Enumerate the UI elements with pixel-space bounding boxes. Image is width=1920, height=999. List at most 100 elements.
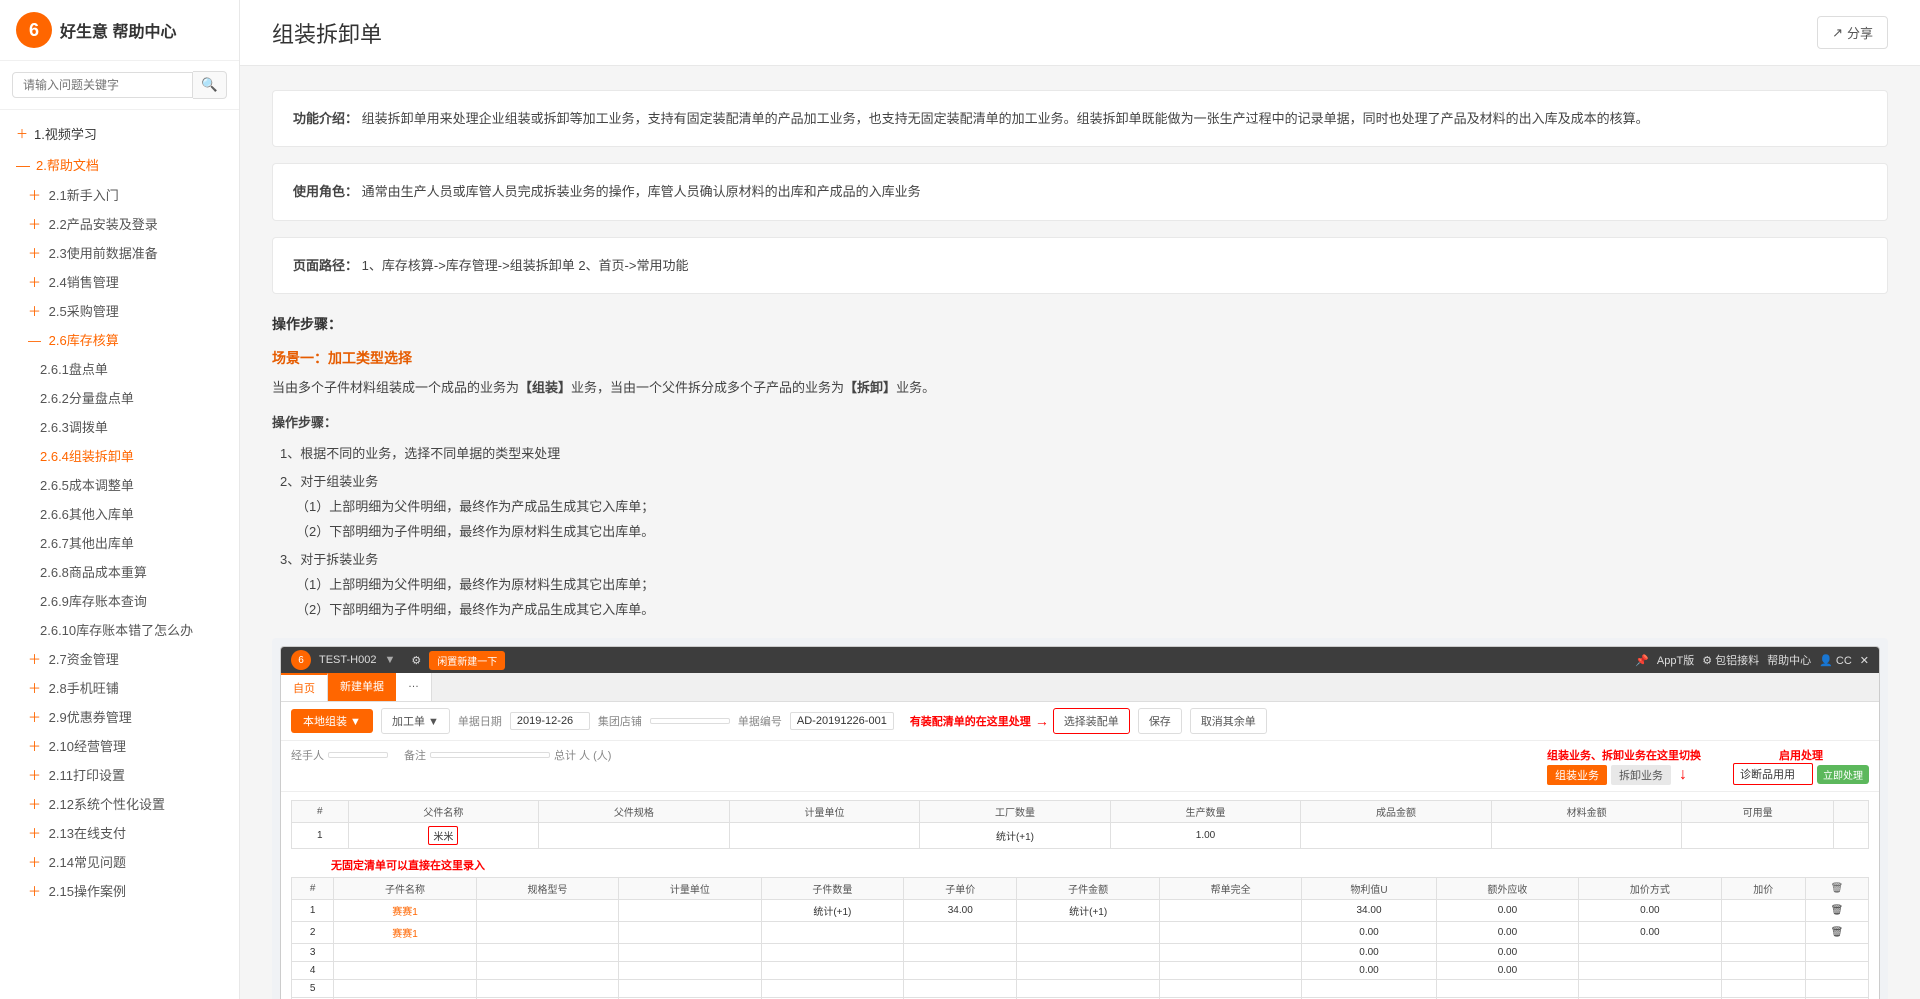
app-name: 好生意 帮助中心 <box>60 18 176 42</box>
app-tabs: 自页 新建单据 … <box>281 673 1879 702</box>
btn-assembly-type[interactable]: 本地组装 ▼ <box>291 709 373 733</box>
seg-disassembly[interactable]: 拆卸业务 <box>1611 765 1671 785</box>
step1: 1、根据不同的业务，选择不同单据的类型来处理 <box>280 442 1888 467</box>
step2-sub1: （1）上部明细为父件明细，最终作为产成品生成其它入库单； <box>296 495 1888 520</box>
func-intro-box: 功能介绍： 组装拆卸单用来处理企业组装或拆卸等加工业务，支持有固定装配清单的产品… <box>272 90 1888 147</box>
step3-sub2: （2）下部明细为子件明细，最终作为产成品生成其它入库单。 <box>296 598 1888 623</box>
anno1-label: 有装配清单的在这里处理 <box>910 713 1031 729</box>
child-row-2: 2赛赛10.000.000.00🗑 <box>292 922 1869 944</box>
parent-table: # 父件名称 父件规格 计量单位 工厂数量 生产数量 成品金额 材料金额 可用量 <box>291 800 1869 849</box>
sidebar-item-partial-count[interactable]: 2.6.2分量盘点单 <box>0 383 239 412</box>
main-header: 组装拆卸单 ↗ 分享 <box>240 0 1920 66</box>
scene1-desc: 当由多个子件材料组装成一个成品的业务为【组装】业务，当由一个父件拆分成多个子产品… <box>272 376 1888 401</box>
sidebar-item-purchase[interactable]: ＋ 2.5采购管理 <box>0 296 239 325</box>
func-intro-text: 组装拆卸单用来处理企业组装或拆卸等加工业务，支持有固定装配清单的产品加工业务，也… <box>362 111 1649 126</box>
step3: 3、对于拆装业务 <box>280 548 1888 573</box>
field-bill: AD-20191226-001 <box>790 712 894 730</box>
role-box: 使用角色： 通常由生产人员或库管人员完成拆装业务的操作，库管人员确认原材料的出库… <box>272 163 1888 220</box>
sidebar-item-print[interactable]: ＋ 2.11打印设置 <box>0 760 239 789</box>
search-box: 🔍 <box>0 61 239 110</box>
step3-sub1: （1）上部明细为父件明细，最终作为原材料生成其它出库单； <box>296 573 1888 598</box>
search-input[interactable] <box>12 72 193 98</box>
sidebar-item-transfer[interactable]: 2.6.3调拨单 <box>0 412 239 441</box>
seg-assembly[interactable]: 组装业务 <box>1547 765 1607 785</box>
op-steps-label2: 操作步骤： <box>272 411 1888 436</box>
main-area: 组装拆卸单 ↗ 分享 功能介绍： 组装拆卸单用来处理企业组装或拆卸等加工业务，支… <box>240 0 1920 999</box>
app-toolbar: 本地组装 ▼ 加工单 ▼ 单据日期 2019-12-26 集团店铺 单据编号 A… <box>281 702 1879 741</box>
sidebar-item-install[interactable]: ＋ 2.2产品安装及登录 <box>0 209 239 238</box>
sidebar-item-personalize[interactable]: ＋ 2.12系统个性化设置 <box>0 789 239 818</box>
role-label: 使用角色： <box>293 184 358 199</box>
tab-active[interactable]: 新建单据 <box>328 673 396 701</box>
sidebar-item-finance[interactable]: ＋ 2.7资金管理 <box>0 644 239 673</box>
sidebar-item-cost-adjust[interactable]: 2.6.5成本调整单 <box>0 470 239 499</box>
main-content: 功能介绍： 组装拆卸单用来处理企业组装或拆卸等加工业务，支持有固定装配清单的产品… <box>240 66 1920 999</box>
sidebar-item-mobile[interactable]: ＋ 2.8手机旺铺 <box>0 673 239 702</box>
anno3-label: 启用处理 <box>1779 747 1823 763</box>
btn-cancel[interactable]: 取消其余单 <box>1190 708 1267 734</box>
app-logo-small: 6 <box>291 650 311 670</box>
btn-add-order[interactable]: 加工单 ▼ <box>381 708 450 734</box>
sidebar-item-operations[interactable]: ＋ 2.10经营管理 <box>0 731 239 760</box>
func-intro-label: 功能介绍： <box>293 111 358 126</box>
path-text: 1、库存核算->库存管理->组装拆卸单 2、首页->常用功能 <box>362 258 689 273</box>
parent-table-area: # 父件名称 父件规格 计量单位 工厂数量 生产数量 成品金额 材料金额 可用量 <box>281 792 1879 853</box>
sidebar-item-online-pay[interactable]: ＋ 2.13在线支付 <box>0 818 239 847</box>
btn-select-bom[interactable]: 选择装配单 <box>1053 708 1130 734</box>
sidebar-item-inventory-ledger[interactable]: 2.6.9库存账本查询 <box>0 586 239 615</box>
scene1-title: 场景一：加工类型选择 <box>272 348 1888 368</box>
sidebar-header: 6 好生意 帮助中心 <box>0 0 239 61</box>
sidebar-item-coupon[interactable]: ＋ 2.9优惠券管理 <box>0 702 239 731</box>
sidebar-item-cases[interactable]: ＋ 2.15操作案例 <box>0 876 239 905</box>
plus-icon: ＋ <box>16 125 28 142</box>
sidebar-nav: ＋ 1.视频学习 — 2.帮助文档 ＋ 2.1新手入门 ＋ 2.2产品安装及登录… <box>0 110 239 999</box>
anno2-label: 组装业务、拆卸业务在这里切换 <box>1547 747 1701 763</box>
sidebar-item-inventory-error[interactable]: 2.6.10库存账本错了怎么办 <box>0 615 239 644</box>
sidebar-item-video-learning[interactable]: ＋ 1.视频学习 <box>0 118 239 149</box>
field-diagnostic: 诊断品用用 <box>1733 763 1813 785</box>
sidebar-item-inventory[interactable]: — 2.6库存核算 <box>0 325 239 354</box>
op-steps-title: 操作步骤： <box>272 314 1888 334</box>
form-area: 经手人 备注 总计 人 (人) 组装业务、拆卸业务在这里切换 组装业务 拆卸业务 <box>281 741 1879 792</box>
search-button[interactable]: 🔍 <box>193 71 227 99</box>
sidebar-item-data-prep[interactable]: ＋ 2.3使用前数据准备 <box>0 238 239 267</box>
step2-sub2: （2）下部明细为子件明细，最终作为原材料生成其它出库单。 <box>296 520 1888 545</box>
share-button[interactable]: ↗ 分享 <box>1817 16 1888 49</box>
parent-table-row: 1 米米 统计(+1) 1.00 <box>292 823 1869 849</box>
screenshot-container: 6 TEST-H002 ▼ ⚙ 闲置新建一下 📌 AppT版 ⚙ 包铝接料 帮助… <box>272 638 1888 999</box>
sidebar-item-other-outbound[interactable]: 2.6.7其他出库单 <box>0 528 239 557</box>
share-icon: ↗ <box>1832 25 1843 41</box>
field-date: 2019-12-26 <box>510 712 590 730</box>
new-order-btn: 闲置新建一下 <box>429 651 505 670</box>
child-row-5: 5 <box>292 980 1869 998</box>
sidebar-item-newbie[interactable]: ＋ 2.1新手入门 <box>0 180 239 209</box>
field-store <box>650 718 730 724</box>
app-window-mock: 6 TEST-H002 ▼ ⚙ 闲置新建一下 📌 AppT版 ⚙ 包铝接料 帮助… <box>280 646 1880 999</box>
app-titlebar: 6 TEST-H002 ▼ ⚙ 闲置新建一下 📌 AppT版 ⚙ 包铝接料 帮助… <box>281 647 1879 673</box>
sidebar-item-assembly[interactable]: 2.6.4组装拆卸单 <box>0 441 239 470</box>
sidebar: 6 好生意 帮助中心 🔍 ＋ 1.视频学习 — 2.帮助文档 ＋ 2.1新手入门… <box>0 0 240 999</box>
btn-save[interactable]: 保存 <box>1138 708 1182 734</box>
sidebar-item-sales[interactable]: ＋ 2.4销售管理 <box>0 267 239 296</box>
tab-home[interactable]: 自页 <box>281 673 328 701</box>
child-row-4: 40.000.00 <box>292 962 1869 980</box>
minus-icon: — <box>16 158 30 172</box>
child-table-area: 无固定清单可以直接在这里录入 # 子件名称 规格型号 计量单位 子件数量 子单价… <box>281 853 1879 999</box>
child-row-1: 1赛赛1统计(+1)34.00统计(+1)34.000.000.00🗑 <box>292 900 1869 922</box>
role-text: 通常由生产人员或库管人员完成拆装业务的操作，库管人员确认原材料的出库和产成品的入… <box>362 184 921 199</box>
child-row-3: 30.000.00 <box>292 944 1869 962</box>
sidebar-item-cost-recalc[interactable]: 2.6.8商品成本重算 <box>0 557 239 586</box>
sidebar-item-stocktake[interactable]: 2.6.1盘点单 <box>0 354 239 383</box>
page-title: 组装拆卸单 <box>272 17 382 49</box>
btn-confirm[interactable]: 立即处理 <box>1817 765 1869 784</box>
path-label: 页面路径： <box>293 258 358 273</box>
sidebar-item-help-docs[interactable]: — 2.帮助文档 <box>0 149 239 180</box>
anno4-label: 无固定清单可以直接在这里录入 <box>331 857 1869 873</box>
sidebar-item-faq[interactable]: ＋ 2.14常见问题 <box>0 847 239 876</box>
child-table: # 子件名称 规格型号 计量单位 子件数量 子单价 子件金额 帮单完全 物利值U… <box>291 877 1869 999</box>
sidebar-item-other-inbound[interactable]: 2.6.6其他入库单 <box>0 499 239 528</box>
path-box: 页面路径： 1、库存核算->库存管理->组装拆卸单 2、首页->常用功能 <box>272 237 1888 294</box>
app-logo: 6 <box>16 12 52 48</box>
step2: 2、对于组装业务 <box>280 470 1888 495</box>
tab-other1[interactable]: … <box>396 673 432 701</box>
